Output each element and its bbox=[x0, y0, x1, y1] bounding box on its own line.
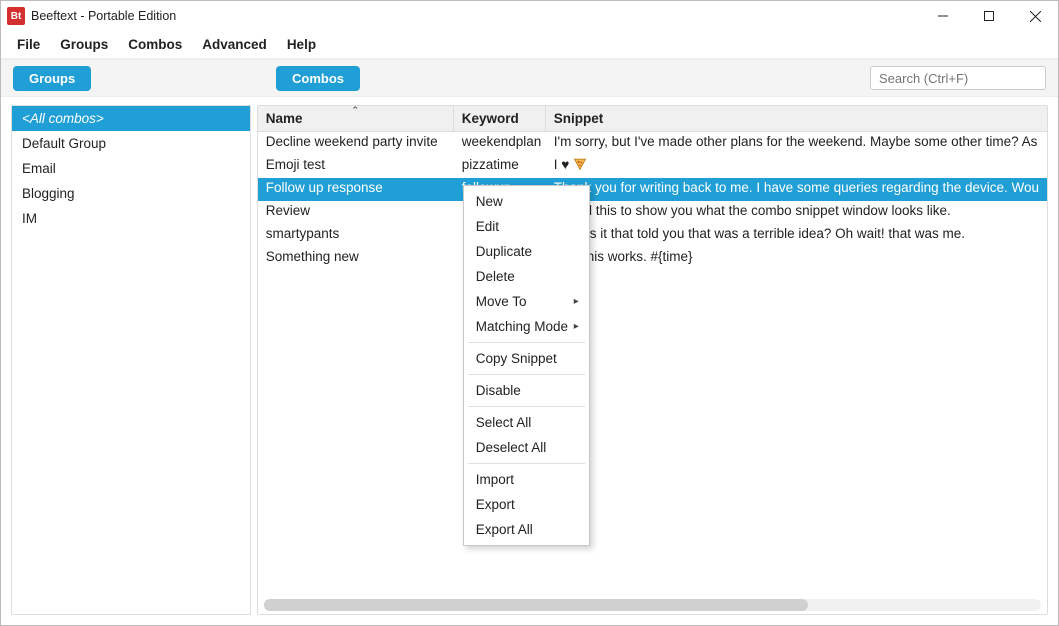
window-title: Beeftext - Portable Edition bbox=[31, 9, 176, 23]
combos-header-button[interactable]: Combos bbox=[276, 66, 360, 91]
close-button[interactable] bbox=[1012, 1, 1058, 31]
pizza-icon bbox=[573, 157, 587, 172]
context-menu-separator bbox=[468, 342, 585, 343]
table-row[interactable]: Decline weekend party inviteweekendplanI… bbox=[258, 132, 1047, 155]
context-menu-item[interactable]: Select All bbox=[466, 410, 587, 435]
app-window: Bt Beeftext - Portable Edition File Grou… bbox=[0, 0, 1059, 626]
column-header-snippet-label: Snippet bbox=[554, 111, 604, 126]
cell-snippet: reated this to show you what the combo s… bbox=[546, 201, 1047, 224]
context-menu-item[interactable]: Export All bbox=[466, 517, 587, 542]
context-menu-item[interactable]: Edit bbox=[466, 214, 587, 239]
context-menu-item[interactable]: Disable bbox=[466, 378, 587, 403]
cell-name: Decline weekend party invite bbox=[258, 132, 454, 155]
cell-snippet: Thank you for writing back to me. I have… bbox=[546, 178, 1047, 201]
cell-name: Follow up response bbox=[258, 178, 454, 201]
cell-snippet: ee if this works. #{time} bbox=[546, 247, 1047, 270]
cell-keyword: pizzatime bbox=[454, 155, 546, 178]
cell-keyword: weekendplan bbox=[454, 132, 546, 155]
toolbar: Groups Combos bbox=[1, 59, 1058, 97]
groups-list: <All combos>Default GroupEmailBloggingIM bbox=[12, 106, 250, 614]
context-menu-item[interactable]: Move To▸ bbox=[466, 289, 587, 314]
menu-bar: File Groups Combos Advanced Help bbox=[1, 31, 1058, 59]
context-menu-item[interactable]: Delete bbox=[466, 264, 587, 289]
cell-name: smartypants bbox=[258, 224, 454, 247]
sidebar-item[interactable]: Email bbox=[12, 156, 250, 181]
sidebar-item[interactable]: <All combos> bbox=[12, 106, 250, 131]
menu-groups[interactable]: Groups bbox=[50, 33, 118, 56]
sidebar-item[interactable]: Default Group bbox=[12, 131, 250, 156]
context-menu-item[interactable]: Import bbox=[466, 467, 587, 492]
context-menu-separator bbox=[468, 463, 585, 464]
context-menu: NewEditDuplicateDeleteMove To▸Matching M… bbox=[463, 185, 590, 546]
combos-panel: ⌃ Name Keyword Snippet Decline weekend p… bbox=[257, 105, 1048, 615]
column-header-keyword[interactable]: Keyword bbox=[454, 106, 546, 131]
minimize-button[interactable] bbox=[920, 1, 966, 31]
context-menu-separator bbox=[468, 374, 585, 375]
window-controls bbox=[920, 1, 1058, 31]
app-icon: Bt bbox=[7, 7, 25, 25]
table-row[interactable]: Emoji testpizzatimeI ♥ bbox=[258, 155, 1047, 178]
sidebar-item[interactable]: IM bbox=[12, 206, 250, 231]
search-container bbox=[870, 66, 1046, 90]
table-header: ⌃ Name Keyword Snippet bbox=[258, 106, 1047, 132]
context-menu-item[interactable]: Duplicate bbox=[466, 239, 587, 264]
sidebar-item[interactable]: Blogging bbox=[12, 181, 250, 206]
context-menu-item[interactable]: Copy Snippet bbox=[466, 346, 587, 371]
column-header-keyword-label: Keyword bbox=[462, 111, 519, 126]
context-menu-separator bbox=[468, 406, 585, 407]
column-header-name-label: Name bbox=[266, 111, 303, 126]
cell-name: Review bbox=[258, 201, 454, 224]
table-row[interactable]: Review reated this to show you what the c… bbox=[258, 201, 1047, 224]
cell-snippet: ho was it that told you that was a terri… bbox=[546, 224, 1047, 247]
chevron-right-icon: ▸ bbox=[574, 296, 579, 307]
context-menu-item[interactable]: Matching Mode▸ bbox=[466, 314, 587, 339]
context-menu-item[interactable]: Deselect All bbox=[466, 435, 587, 460]
groups-panel: <All combos>Default GroupEmailBloggingIM bbox=[11, 105, 251, 615]
table-row[interactable]: Follow up responsefollowupThank you for … bbox=[258, 178, 1047, 201]
table-row[interactable]: smartypants ho was it that told you that … bbox=[258, 224, 1047, 247]
context-menu-item[interactable]: New bbox=[466, 189, 587, 214]
menu-help[interactable]: Help bbox=[277, 33, 326, 56]
groups-header-button[interactable]: Groups bbox=[13, 66, 91, 91]
cell-snippet: I'm sorry, but I've made other plans for… bbox=[546, 132, 1047, 155]
menu-advanced[interactable]: Advanced bbox=[192, 33, 277, 56]
cell-snippet: I ♥ bbox=[546, 155, 1047, 178]
search-input[interactable] bbox=[870, 66, 1046, 90]
content-area: <All combos>Default GroupEmailBloggingIM… bbox=[1, 97, 1058, 625]
menu-combos[interactable]: Combos bbox=[118, 33, 192, 56]
column-header-snippet[interactable]: Snippet bbox=[546, 106, 1047, 131]
cell-name: Emoji test bbox=[258, 155, 454, 178]
horizontal-scrollbar-thumb[interactable] bbox=[264, 599, 808, 611]
cell-name: Something new bbox=[258, 247, 454, 270]
horizontal-scrollbar[interactable] bbox=[264, 599, 1041, 611]
column-header-name[interactable]: ⌃ Name bbox=[258, 106, 454, 131]
maximize-button[interactable] bbox=[966, 1, 1012, 31]
table-body: Decline weekend party inviteweekendplanI… bbox=[258, 132, 1047, 270]
title-bar: Bt Beeftext - Portable Edition bbox=[1, 1, 1058, 31]
combos-table: ⌃ Name Keyword Snippet Decline weekend p… bbox=[257, 105, 1048, 615]
menu-file[interactable]: File bbox=[7, 33, 50, 56]
sort-indicator-icon: ⌃ bbox=[351, 105, 359, 116]
context-menu-item[interactable]: Export bbox=[466, 492, 587, 517]
chevron-right-icon: ▸ bbox=[574, 321, 579, 332]
table-row[interactable]: Something new ee if this works. #{time} bbox=[258, 247, 1047, 270]
